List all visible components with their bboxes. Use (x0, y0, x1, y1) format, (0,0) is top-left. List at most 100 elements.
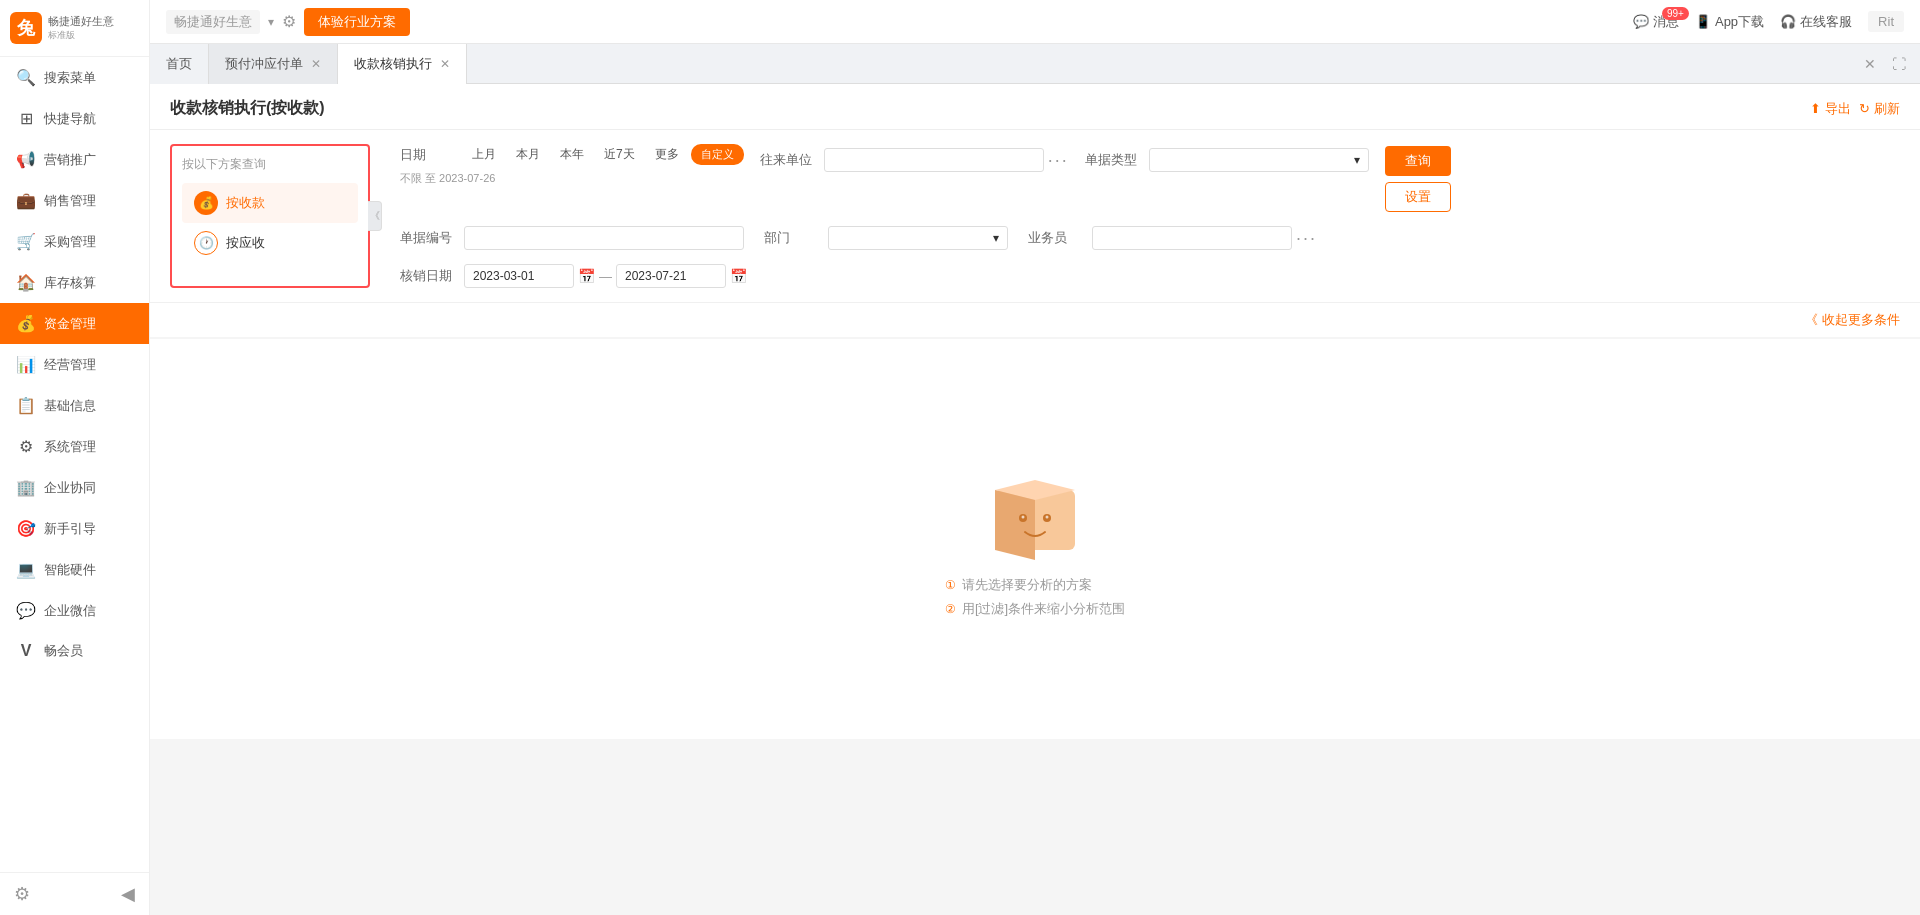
sidebar-item-purchase[interactable]: 🛒 采购管理 (0, 221, 149, 262)
filter-by-receivable[interactable]: 🕐 按应收 (182, 223, 358, 263)
sidebar-item-inventory[interactable]: 🏠 库存核算 (0, 262, 149, 303)
online-service-btn[interactable]: 🎧 在线客服 (1780, 13, 1852, 31)
sidebar-label-enterprise: 企业协同 (44, 479, 96, 497)
sidebar-item-system[interactable]: ⚙ 系统管理 (0, 426, 149, 467)
empty-hint-1-text: 请先选择要分析的方案 (962, 576, 1092, 594)
tab-prepay-close-icon[interactable]: ✕ (311, 57, 321, 71)
date-hint: 不限 至 2023-07-26 (400, 171, 744, 186)
tabs-bar: 首页 预付冲应付单 ✕ 收款核销执行 ✕ ✕ ⛶ (150, 44, 1920, 84)
filter-panel-title: 按以下方案查询 (182, 156, 358, 173)
query-button[interactable]: 查询 (1385, 146, 1451, 176)
sidebar-item-finance[interactable]: 💰 资金管理 (0, 303, 149, 344)
sidebar-item-search[interactable]: 🔍 搜索菜单 (0, 57, 149, 98)
sidebar-item-basic[interactable]: 📋 基础信息 (0, 385, 149, 426)
sidebar-logo: 兔 畅捷通好生意 标准版 (0, 0, 149, 57)
page-title: 收款核销执行(按收款) (170, 98, 325, 119)
date-range-separator: — (599, 269, 612, 284)
date-more[interactable]: 更多 (647, 144, 687, 165)
topbar: 畅捷通好生意 ▾ ⚙ 体验行业方案 💬 消息 99+ 📱 App下载 🎧 在线客… (150, 0, 1920, 44)
logo-text: 畅捷通好生意 标准版 (48, 14, 114, 41)
collapse-more-btn[interactable]: 《 收起更多条件 (150, 302, 1920, 337)
doc-type-chevron-icon: ▾ (1354, 153, 1360, 167)
sales-icon: 💼 (16, 191, 36, 210)
salesperson-more-icon[interactable]: ··· (1296, 228, 1317, 249)
sidebar-label-hardware: 智能硬件 (44, 561, 96, 579)
doc-type-select[interactable]: ▾ (1149, 148, 1369, 172)
close-tab-icon[interactable]: ✕ (1860, 52, 1880, 76)
hint-num-2: ② (945, 602, 956, 616)
app-download-label: App下载 (1715, 13, 1764, 31)
department-select[interactable]: ▾ (828, 226, 1008, 250)
empty-hint-1: ① 请先选择要分析的方案 (945, 576, 1125, 594)
department-label: 部门 (764, 229, 820, 247)
filter-section: 按以下方案查询 💰 按收款 🕐 按应收 《 (150, 130, 1920, 337)
collapse-more-icon: 《 (1805, 311, 1818, 329)
sidebar-item-wechat[interactable]: 💬 企业微信 (0, 590, 149, 631)
tab-receipt-offset[interactable]: 收款核销执行 ✕ (338, 44, 467, 84)
app-download-btn[interactable]: 📱 App下载 (1695, 13, 1764, 31)
verify-date-start-calendar-icon[interactable]: 📅 (578, 268, 595, 284)
setting-button[interactable]: 设置 (1385, 182, 1451, 212)
date-this-year[interactable]: 本年 (552, 144, 592, 165)
filter-left-panel: 按以下方案查询 💰 按收款 🕐 按应收 《 (170, 144, 370, 288)
phone-icon: 📱 (1695, 14, 1711, 29)
verify-date-end-calendar-icon[interactable]: 📅 (730, 268, 747, 284)
member-icon: V (16, 642, 36, 660)
sidebar-label-guide: 新手引导 (44, 520, 96, 538)
empty-text: ① 请先选择要分析的方案 ② 用[过滤]条件来缩小分析范围 (945, 576, 1125, 618)
filter-receipt-label: 按收款 (226, 194, 265, 212)
date-last-7-days[interactable]: 近7天 (596, 144, 643, 165)
filter-by-receipt[interactable]: 💰 按收款 (182, 183, 358, 223)
date-label: 日期 (400, 146, 456, 164)
date-last-month[interactable]: 上月 (464, 144, 504, 165)
salesperson-field: 业务员 ··· (1028, 226, 1317, 250)
message-btn[interactable]: 💬 消息 99+ (1633, 13, 1679, 31)
receipt-option-icon: 💰 (194, 191, 218, 215)
guide-icon: 🎯 (16, 519, 36, 538)
sidebar-item-guide[interactable]: 🎯 新手引导 (0, 508, 149, 549)
filter-area: 按以下方案查询 💰 按收款 🕐 按应收 《 (150, 130, 1920, 302)
filter-row-2: 单据编号 部门 ▾ (400, 226, 1900, 250)
verify-date-start-input[interactable] (464, 264, 574, 288)
industry-btn[interactable]: 体验行业方案 (304, 8, 410, 36)
tab-receipt-close-icon[interactable]: ✕ (440, 57, 450, 71)
sidebar-label-inventory: 库存核算 (44, 274, 96, 292)
sidebar-label-quicknav: 快捷导航 (44, 110, 96, 128)
tab-prepay[interactable]: 预付冲应付单 ✕ (209, 44, 338, 84)
sidebar-nav: 🔍 搜索菜单 ⊞ 快捷导航 📢 营销推广 💼 销售管理 🛒 采购管理 🏠 库存核… (0, 57, 149, 872)
salesperson-input[interactable] (1092, 226, 1292, 250)
svg-point-4 (1046, 516, 1049, 519)
doc-type-label: 单据类型 (1085, 151, 1141, 169)
settings-icon[interactable]: ⚙ (282, 12, 296, 31)
collapse-sidebar-icon[interactable]: ◀ (121, 883, 135, 905)
empty-hint-2-text: 用[过滤]条件来缩小分析范围 (962, 600, 1125, 618)
counterparty-more-icon[interactable]: ··· (1048, 150, 1069, 171)
counterparty-input[interactable] (824, 148, 1044, 172)
sidebar-label-basic: 基础信息 (44, 397, 96, 415)
tab-home[interactable]: 首页 (150, 44, 209, 84)
sidebar-item-operation[interactable]: 📊 经营管理 (0, 344, 149, 385)
sidebar-item-marketing[interactable]: 📢 营销推广 (0, 139, 149, 180)
verify-date-range: 📅 — 📅 (464, 264, 747, 288)
sidebar-item-enterprise[interactable]: 🏢 企业协同 (0, 467, 149, 508)
date-custom[interactable]: 自定义 (691, 144, 744, 165)
refresh-label: 刷新 (1874, 100, 1900, 118)
date-this-month[interactable]: 本月 (508, 144, 548, 165)
purchase-icon: 🛒 (16, 232, 36, 251)
page-actions: ⬆ 导出 ↻ 刷新 (1810, 100, 1900, 118)
sidebar-item-hardware[interactable]: 💻 智能硬件 (0, 549, 149, 590)
verify-date-end-input[interactable] (616, 264, 726, 288)
dropdown-arrow-icon[interactable]: ▾ (268, 15, 274, 29)
doc-number-input[interactable] (464, 226, 744, 250)
settings-footer-icon[interactable]: ⚙ (14, 883, 30, 905)
sidebar-item-quicknav[interactable]: ⊞ 快捷导航 (0, 98, 149, 139)
sidebar-item-member[interactable]: V 畅会员 (0, 631, 149, 671)
expand-tab-icon[interactable]: ⛶ (1888, 52, 1910, 76)
user-name[interactable]: Rit (1868, 11, 1904, 32)
sidebar: 兔 畅捷通好生意 标准版 🔍 搜索菜单 ⊞ 快捷导航 📢 营销推广 💼 销售管理… (0, 0, 150, 915)
refresh-btn[interactable]: ↻ 刷新 (1859, 100, 1900, 118)
export-btn[interactable]: ⬆ 导出 (1810, 100, 1851, 118)
collapse-left-btn[interactable]: 《 (368, 201, 382, 231)
sidebar-item-sales[interactable]: 💼 销售管理 (0, 180, 149, 221)
empty-state: ① 请先选择要分析的方案 ② 用[过滤]条件来缩小分析范围 (150, 339, 1920, 739)
